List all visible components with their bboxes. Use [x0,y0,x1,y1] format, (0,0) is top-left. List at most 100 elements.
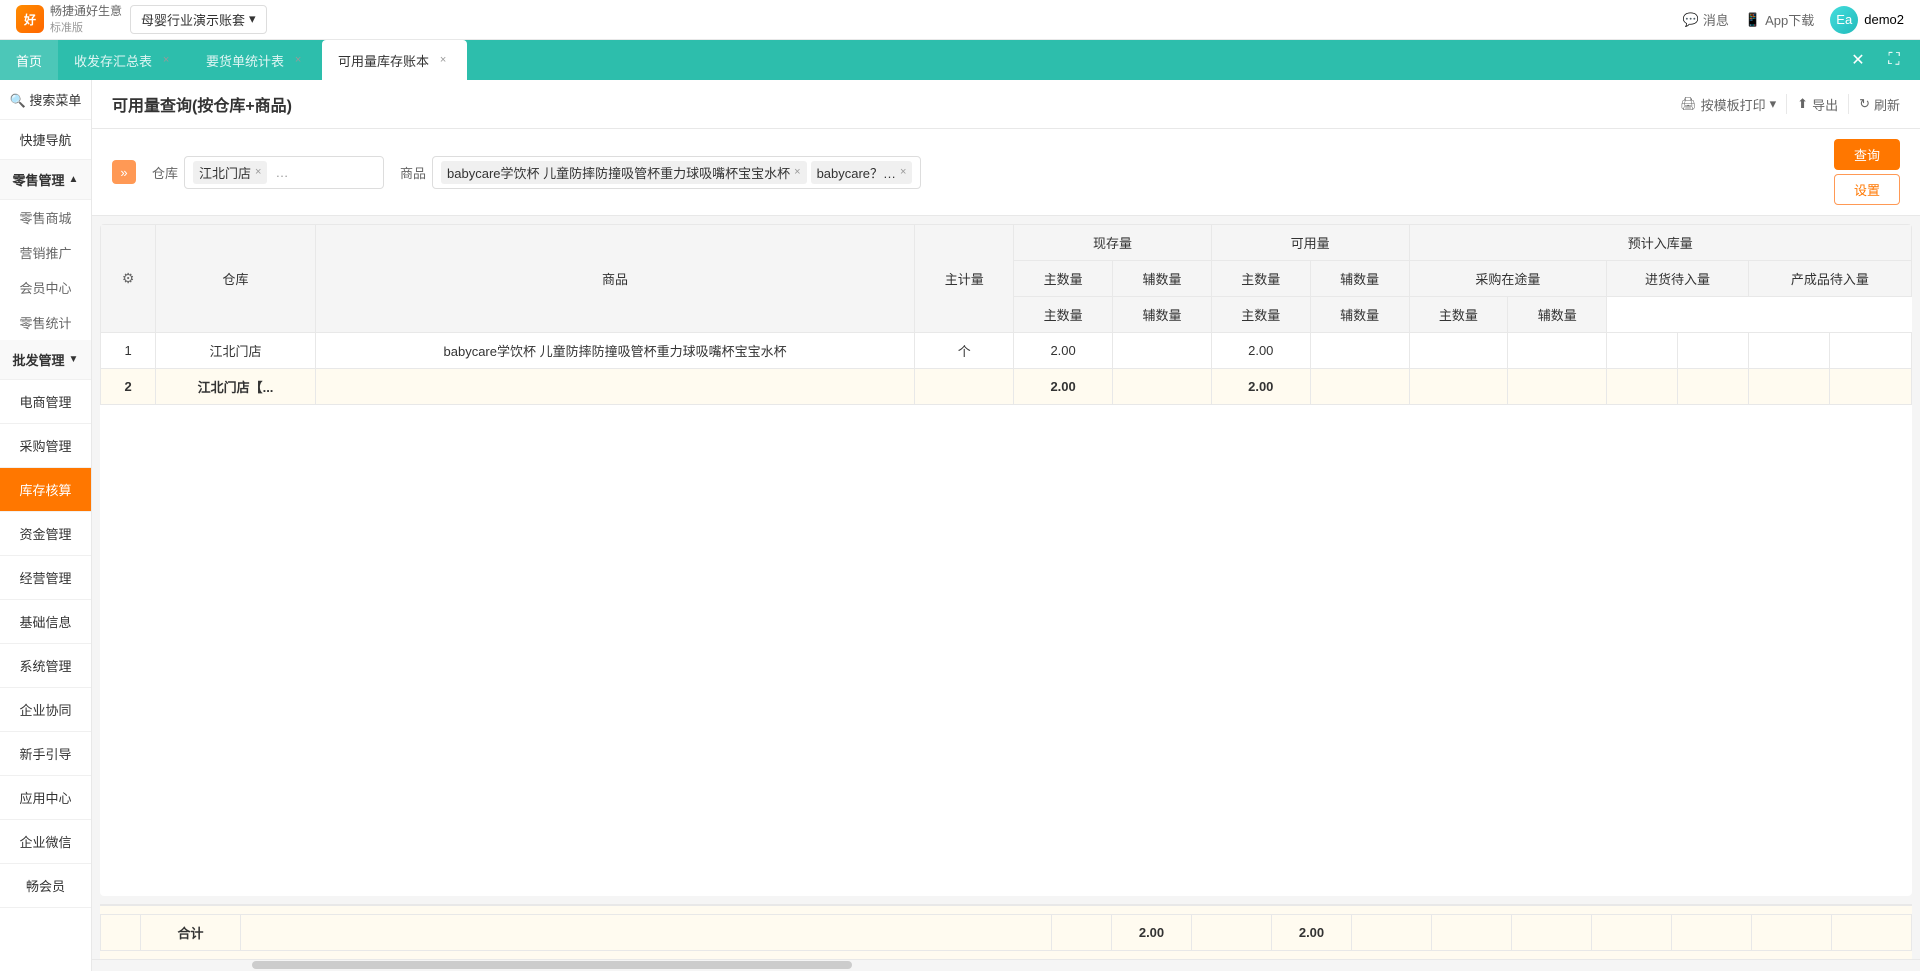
template-print-btn[interactable]: 🖨 按模板打印 ▾ [1680,95,1776,114]
tab-home[interactable]: 首页 [0,40,58,80]
sidebar-item-system[interactable]: 系统管理 [0,644,91,688]
col-product-header: 商品 [315,225,915,333]
col-pt-aux-header: 辅数量 [1113,297,1212,333]
row-cs-main: 2.00 [1014,369,1113,405]
table-footer: 合计 2.00 2.00 [100,904,1912,959]
home-label: 首页 [16,51,42,70]
sidebar-item-inventory[interactable]: 库存核算 [0,468,91,512]
row-pt-main [1409,369,1508,405]
col-available-header: 可用量 [1211,225,1409,261]
remove-product-tag1-btn[interactable]: × [794,166,800,178]
col-fp-aux-header: 辅数量 [1508,297,1607,333]
sidebar-item-finance[interactable]: 资金管理 [0,512,91,556]
col-purchase-transit-header: 采购在途量 [1409,261,1607,297]
export-btn[interactable]: ⬆ 导出 [1797,95,1838,114]
tab-income-expense-label: 收发存汇总表 [74,51,152,70]
sidebar-item-purchase[interactable]: 采购管理 [0,424,91,468]
col-finished-pending-header: 产成品待入量 [1748,261,1911,297]
data-table: ⚙ 仓库 商品 主计量 现存量 可用量 预计入库量 主数量 辅数量 主数量 辅数… [100,224,1912,405]
col-cs-aux-header: 辅数量 [1113,261,1212,297]
row-pt-aux [1508,369,1607,405]
sidebar-search[interactable]: 🔍 搜索菜单 [0,80,91,120]
tab-income-expense[interactable]: 收发存汇总表 × [58,40,190,80]
logo-icon: 好 [16,5,44,33]
sidebar-item-basic[interactable]: 基础信息 [0,600,91,644]
content-area: 可用量查询(按仓库+商品) 🖨 按模板打印 ▾ ⬆ 导出 ↻ 刷新 [92,80,1920,971]
sidebar-item-ecommerce[interactable]: 电商管理 [0,380,91,424]
user-area[interactable]: Ea demo2 [1830,6,1904,34]
row-cs-main: 2.00 [1014,333,1113,369]
col-purchase-pending-header: 进货待入量 [1607,261,1749,297]
footer-empty2 [241,915,1052,951]
row-fp-main [1748,333,1830,369]
footer-av-aux [1352,915,1432,951]
industry-selector[interactable]: 母婴行业演示账套 ▾ [130,5,267,34]
page-header: 可用量查询(按仓库+商品) 🖨 按模板打印 ▾ ⬆ 导出 ↻ 刷新 [92,80,1920,129]
col-gear-header[interactable]: ⚙ [101,225,156,333]
message-label: 消息 [1703,10,1729,29]
col-av-main-header: 主数量 [1211,261,1310,297]
warehouse-input[interactable]: 江北门店 × … [184,156,384,189]
sidebar-item-newbie[interactable]: 新手引导 [0,732,91,776]
settings-btn[interactable]: 设置 [1834,174,1900,205]
row-warehouse: 江北门店【... [156,369,315,405]
warehouse-label: 仓库 [152,163,178,182]
row-fp-aux [1830,333,1912,369]
product-input[interactable]: babycare学饮杯 儿童防摔防撞吸管杯重力球吸嘴杯宝宝水杯 × babyca… [432,156,921,189]
row-av-aux [1310,369,1409,405]
warehouse-filter: 仓库 江北门店 × … [152,156,384,189]
message-btn[interactable]: 💬 消息 [1683,10,1729,29]
tab-available-stock-label: 可用量库存账本 [338,51,429,70]
sidebar-item-marketing[interactable]: 营销推广 [0,235,91,270]
sidebar-item-retail-mall[interactable]: 零售商城 [0,200,91,235]
dropdown-arrow-icon: ▾ [1770,96,1777,112]
footer-fp-aux [1832,915,1912,951]
sidebar-item-retail-stats[interactable]: 零售统计 [0,305,91,340]
remove-product-tag2-btn[interactable]: × [900,166,906,178]
tab-available-stock[interactable]: 可用量库存账本 × [322,40,467,80]
sidebar-item-appstore[interactable]: 应用中心 [0,776,91,820]
close-available-stock-icon[interactable]: × [435,52,451,68]
main-layout: 🔍 搜索菜单 快捷导航 零售管理 ▲ 零售商城 营销推广 会员中心 零售统计 批… [0,80,1920,971]
query-btn[interactable]: 查询 [1834,139,1900,170]
sidebar-item-wework[interactable]: 企业微信 [0,820,91,864]
footer-table: 合计 2.00 2.00 [100,914,1912,951]
sidebar-item-member[interactable]: 会员中心 [0,270,91,305]
avatar: Ea [1830,6,1858,34]
col-av-aux-header: 辅数量 [1310,261,1409,297]
row-pp-aux [1677,369,1748,405]
footer-empty3 [1052,915,1112,951]
nav-tabs: 首页 收发存汇总表 × 要货单统计表 × 可用量库存账本 × ✕ ⛶ [0,40,1920,80]
col-current-stock-header: 现存量 [1014,225,1212,261]
sidebar-quick-nav[interactable]: 快捷导航 [0,120,91,160]
tab-order-stats[interactable]: 要货单统计表 × [190,40,322,80]
sidebar-item-operations[interactable]: 经营管理 [0,556,91,600]
refresh-btn[interactable]: ↻ 刷新 [1859,95,1900,114]
warehouse-dots[interactable]: … [271,165,292,180]
col-fp-main-header: 主数量 [1409,297,1508,333]
sidebar-item-wholesale[interactable]: 批发管理 ▼ [0,340,91,380]
table-row: 1江北门店babycare学饮杯 儿童防摔防撞吸管杯重力球吸嘴杯宝宝水杯个2.0… [101,333,1912,369]
refresh-icon: ↻ [1859,96,1870,112]
export-icon: ⬆ [1797,96,1808,112]
maximize-btn[interactable]: ⛶ [1880,46,1908,74]
filter-expand-btn[interactable]: » [112,160,136,184]
row-unit: 个 [915,333,1014,369]
table-container[interactable]: ⚙ 仓库 商品 主计量 现存量 可用量 预计入库量 主数量 辅数量 主数量 辅数… [100,224,1912,896]
download-icon: 📱 [1745,12,1761,28]
close-order-stats-icon[interactable]: × [290,52,306,68]
sidebar-item-vip[interactable]: 畅会员 [0,864,91,908]
app-download-btn[interactable]: 📱 App下载 [1745,10,1814,29]
remove-warehouse-tag-btn[interactable]: × [255,166,261,178]
sidebar-item-retail[interactable]: 零售管理 ▲ [0,160,91,200]
close-income-expense-icon[interactable]: × [158,52,174,68]
bottom-scrollbar[interactable] [92,959,1920,971]
close-all-tabs-btn[interactable]: ✕ [1844,46,1872,74]
sidebar-item-enterprise[interactable]: 企业协同 [0,688,91,732]
footer-pp-main [1592,915,1672,951]
footer-fp-main [1752,915,1832,951]
chevron-down-icon: ▾ [249,11,256,27]
col-pt-main-header: 主数量 [1014,297,1113,333]
row-pp-main [1607,333,1678,369]
product-label: 商品 [400,163,426,182]
